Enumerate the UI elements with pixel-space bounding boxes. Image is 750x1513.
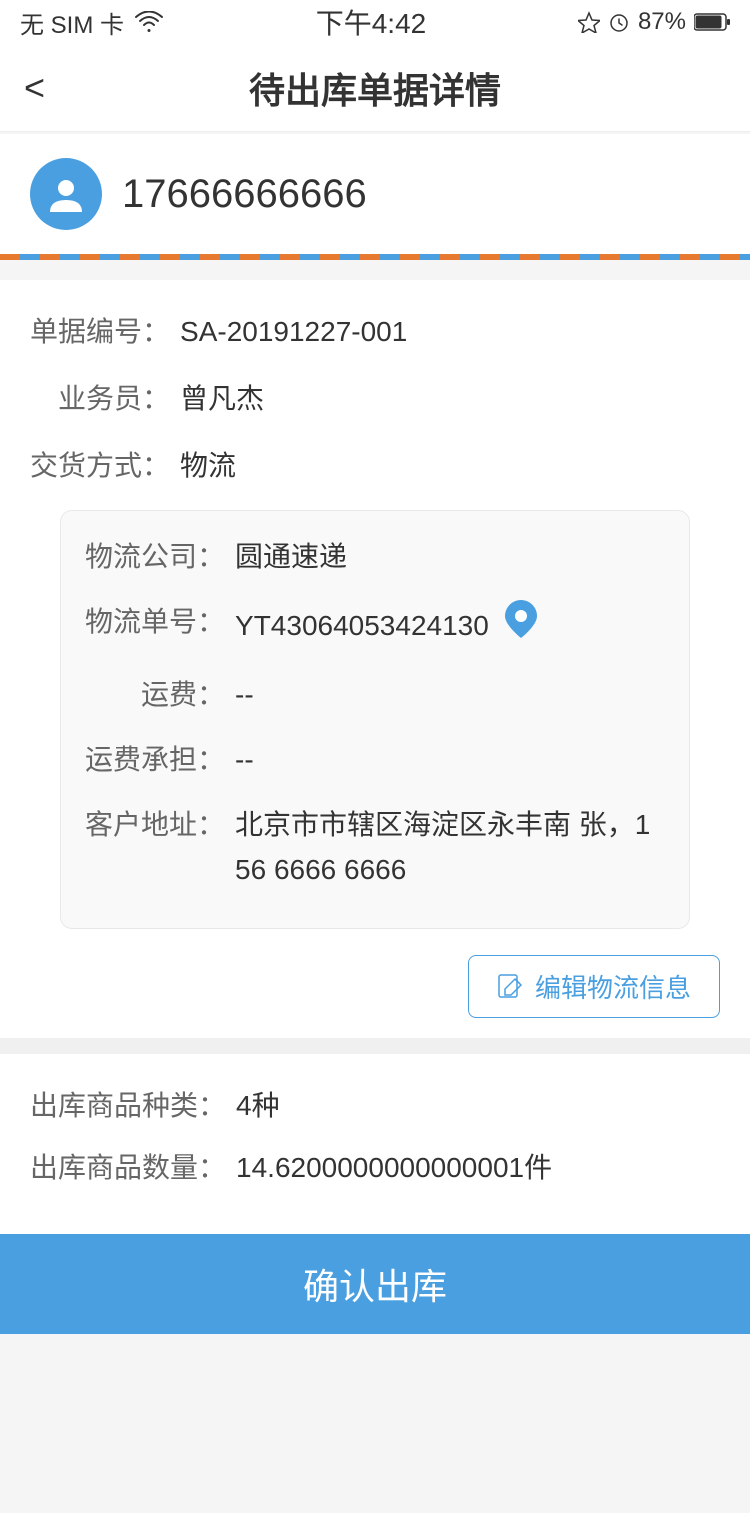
location-icon [578,11,600,33]
avatar [30,158,102,230]
battery-icon [694,13,730,31]
product-category-value: 4种 [236,1084,280,1124]
confirm-button-bar[interactable]: 确认出库 [0,1234,750,1334]
sales-person-value: 曾凡杰 [180,377,720,422]
person-icon [44,172,88,216]
freight-value: -- [235,673,665,718]
product-quantity-row: 出库商品数量： 14.6200000000000001件 [30,1146,720,1186]
alarm-icon [608,11,630,33]
sales-person-row: 业务员： 曾凡杰 [30,377,720,422]
delivery-method-label: 交货方式： [30,444,170,489]
product-category-row: 出库商品种类： 4种 [30,1084,720,1124]
freight-bearer-value: -- [235,738,665,783]
status-bar: 无 SIM 卡 下午4:42 87% [0,0,750,44]
tracking-location-icon[interactable] [505,600,537,653]
page-title: 待出库单据详情 [249,62,501,114]
product-category-label: 出库商品种类： [30,1084,226,1124]
address-label: 客户地址： [85,803,225,848]
section-divider [0,1038,750,1054]
address-row: 客户地址： 北京市市辖区海淀区永丰南 张，156 6666 6666 [85,803,665,893]
product-quantity-value: 14.6200000000000001件 [236,1146,552,1186]
dashed-divider [0,254,750,260]
tracking-number-value: YT43064053424130 [235,600,665,653]
battery-text: 87% [638,8,686,36]
edit-icon [497,973,525,1001]
product-quantity-label: 出库商品数量： [30,1146,226,1186]
nav-bar: < 待出库单据详情 [0,44,750,132]
status-time: 下午4:42 [316,2,427,42]
logistics-company-value: 圆通速递 [235,535,665,580]
bottom-spacer [0,1333,750,1513]
edit-logistics-button[interactable]: 编辑物流信息 [468,955,720,1018]
edit-btn-container: 编辑物流信息 [30,939,720,1018]
freight-row: 运费： -- [85,673,665,718]
delivery-method-value: 物流 [180,444,720,489]
document-number-value: SA-20191227-001 [180,310,720,355]
customer-header: 17666666666 [0,134,750,254]
document-number-row: 单据编号： SA-20191227-001 [30,310,720,355]
logistics-company-label: 物流公司： [85,535,225,580]
status-right: 87% [578,8,730,36]
delivery-method-row: 交货方式： 物流 [30,444,720,489]
address-value: 北京市市辖区海淀区永丰南 张，156 6666 6666 [235,803,665,893]
edit-logistics-label: 编辑物流信息 [535,968,691,1005]
tracking-number-row: 物流单号： YT43064053424130 [85,600,665,653]
customer-phone: 17666666666 [122,172,367,217]
logistics-card: 物流公司： 圆通速递 物流单号： YT43064053424130 运费： --… [60,510,690,929]
wifi-icon [134,11,164,33]
tracking-number-label: 物流单号： [85,600,225,645]
status-left: 无 SIM 卡 [20,5,164,40]
confirm-button-label: 确认出库 [303,1258,447,1310]
carrier-text: 无 SIM 卡 [20,5,124,40]
logistics-company-row: 物流公司： 圆通速递 [85,535,665,580]
freight-bearer-label: 运费承担： [85,738,225,783]
product-section: 出库商品种类： 4种 出库商品数量： 14.6200000000000001件 [0,1054,750,1224]
freight-bearer-row: 运费承担： -- [85,738,665,783]
document-number-label: 单据编号： [30,310,170,355]
sales-person-label: 业务员： [30,377,170,422]
order-info-section: 单据编号： SA-20191227-001 业务员： 曾凡杰 交货方式： 物流 … [0,280,750,1038]
freight-label: 运费： [85,673,225,718]
back-button[interactable]: < [24,67,45,109]
